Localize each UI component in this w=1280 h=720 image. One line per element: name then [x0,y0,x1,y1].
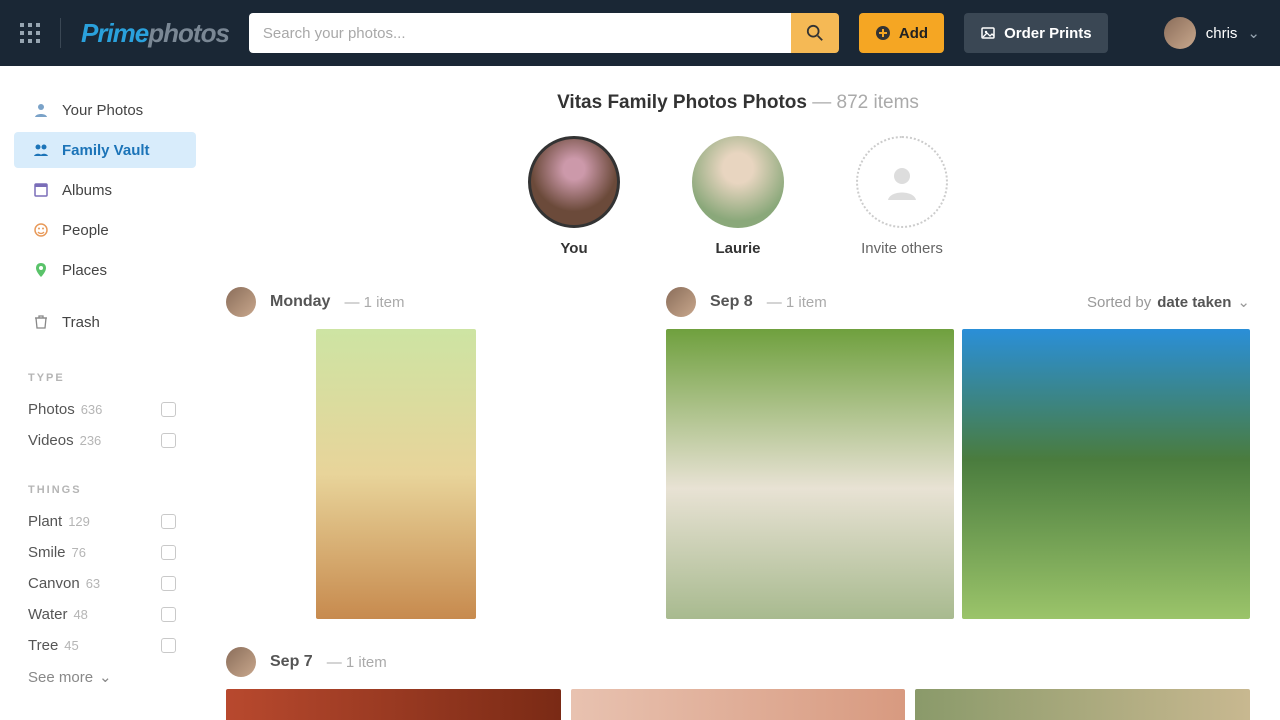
sidebar-item-family-vault[interactable]: Family Vault [14,132,196,168]
group-date: Sep 7 [270,653,313,671]
sidebar-item-trash[interactable]: Trash [14,304,196,340]
photo-thumbnail[interactable] [226,689,561,720]
filter-plant[interactable]: Plant129 [0,506,210,537]
member-laurie[interactable]: Laurie [678,136,798,257]
add-label: Add [899,25,928,42]
group-count: — 1 item [327,654,387,671]
user-avatar [1164,17,1196,49]
photo-thumbnail[interactable] [666,329,954,619]
family-icon [32,141,50,159]
apps-grid-icon[interactable] [20,23,40,43]
pin-icon [32,261,50,279]
sidebar-item-your-photos[interactable]: Your Photos [14,92,196,128]
filter-section-type: TYPE [0,344,210,394]
group-count: — 1 item [767,294,827,311]
filter-photos[interactable]: Photos636 [0,394,210,425]
header-divider [60,18,61,48]
checkbox[interactable] [161,607,176,622]
user-menu[interactable]: chris ⌄ [1164,17,1260,49]
checkbox[interactable] [161,402,176,417]
uploader-avatar [666,287,696,317]
vault-title: Vitas Family Photos Photos — 872 items [226,92,1250,114]
order-prints-button[interactable]: Order Prints [964,13,1108,53]
person-icon [32,101,50,119]
photo-thumbnail[interactable] [571,689,906,720]
logo[interactable]: Primephotos [81,18,229,49]
trash-icon [32,313,50,331]
order-label: Order Prints [1004,25,1092,42]
main-content: Vitas Family Photos Photos — 872 items Y… [210,66,1280,720]
sidebar-item-label: People [62,222,109,239]
people-icon [32,221,50,239]
logo-prime: Prime [81,18,148,48]
search-icon [806,24,824,42]
uploader-avatar [226,647,256,677]
sidebar-item-label: Trash [62,314,100,331]
filter-videos[interactable]: Videos236 [0,425,210,456]
checkbox[interactable] [161,576,176,591]
member-avatar [692,136,784,228]
invite-icon [856,136,948,228]
filter-section-added-by: ADDED BY [0,693,210,720]
filter-smile[interactable]: Smile76 [0,537,210,568]
photo-thumbnail[interactable] [915,689,1250,720]
group-date: Sep 8 [710,293,753,311]
checkbox[interactable] [161,638,176,653]
chevron-down-icon: ⌄ [1237,293,1250,311]
user-name: chris [1206,25,1238,42]
photo-thumbnail[interactable] [962,329,1250,619]
invite-others[interactable]: Invite others [842,136,962,257]
filter-canyon[interactable]: Canvon63 [0,568,210,599]
see-more-things[interactable]: See more⌄ [0,661,210,693]
sort-dropdown[interactable]: Sorted by date taken⌄ [1087,293,1250,311]
filter-tree[interactable]: Tree45 [0,630,210,661]
add-button[interactable]: Add [859,13,944,53]
group-date: Monday [270,293,330,311]
checkbox[interactable] [161,514,176,529]
chevron-down-icon: ⌄ [99,668,112,686]
photo-thumbnail[interactable] [316,329,476,619]
logo-photos: photos [148,18,229,48]
search-button[interactable] [791,13,839,53]
search-input[interactable] [249,13,791,53]
sidebar-item-label: Your Photos [62,102,143,119]
sidebar-item-label: Albums [62,182,112,199]
sidebar-item-albums[interactable]: Albums [14,172,196,208]
filter-section-things: THINGS [0,456,210,506]
prints-icon [980,25,996,41]
member-avatar [528,136,620,228]
checkbox[interactable] [161,433,176,448]
filter-water[interactable]: Water48 [0,599,210,630]
albums-icon [32,181,50,199]
uploader-avatar [226,287,256,317]
sidebar-item-label: Family Vault [62,142,150,159]
sidebar-item-places[interactable]: Places [14,252,196,288]
sidebar-item-label: Places [62,262,107,279]
sidebar: Your Photos Family Vault Albums People P… [0,66,210,720]
sidebar-item-people[interactable]: People [14,212,196,248]
chevron-down-icon: ⌄ [1247,24,1260,42]
checkbox[interactable] [161,545,176,560]
plus-circle-icon [875,25,891,41]
group-count: — 1 item [344,294,404,311]
member-you[interactable]: You [514,136,634,257]
